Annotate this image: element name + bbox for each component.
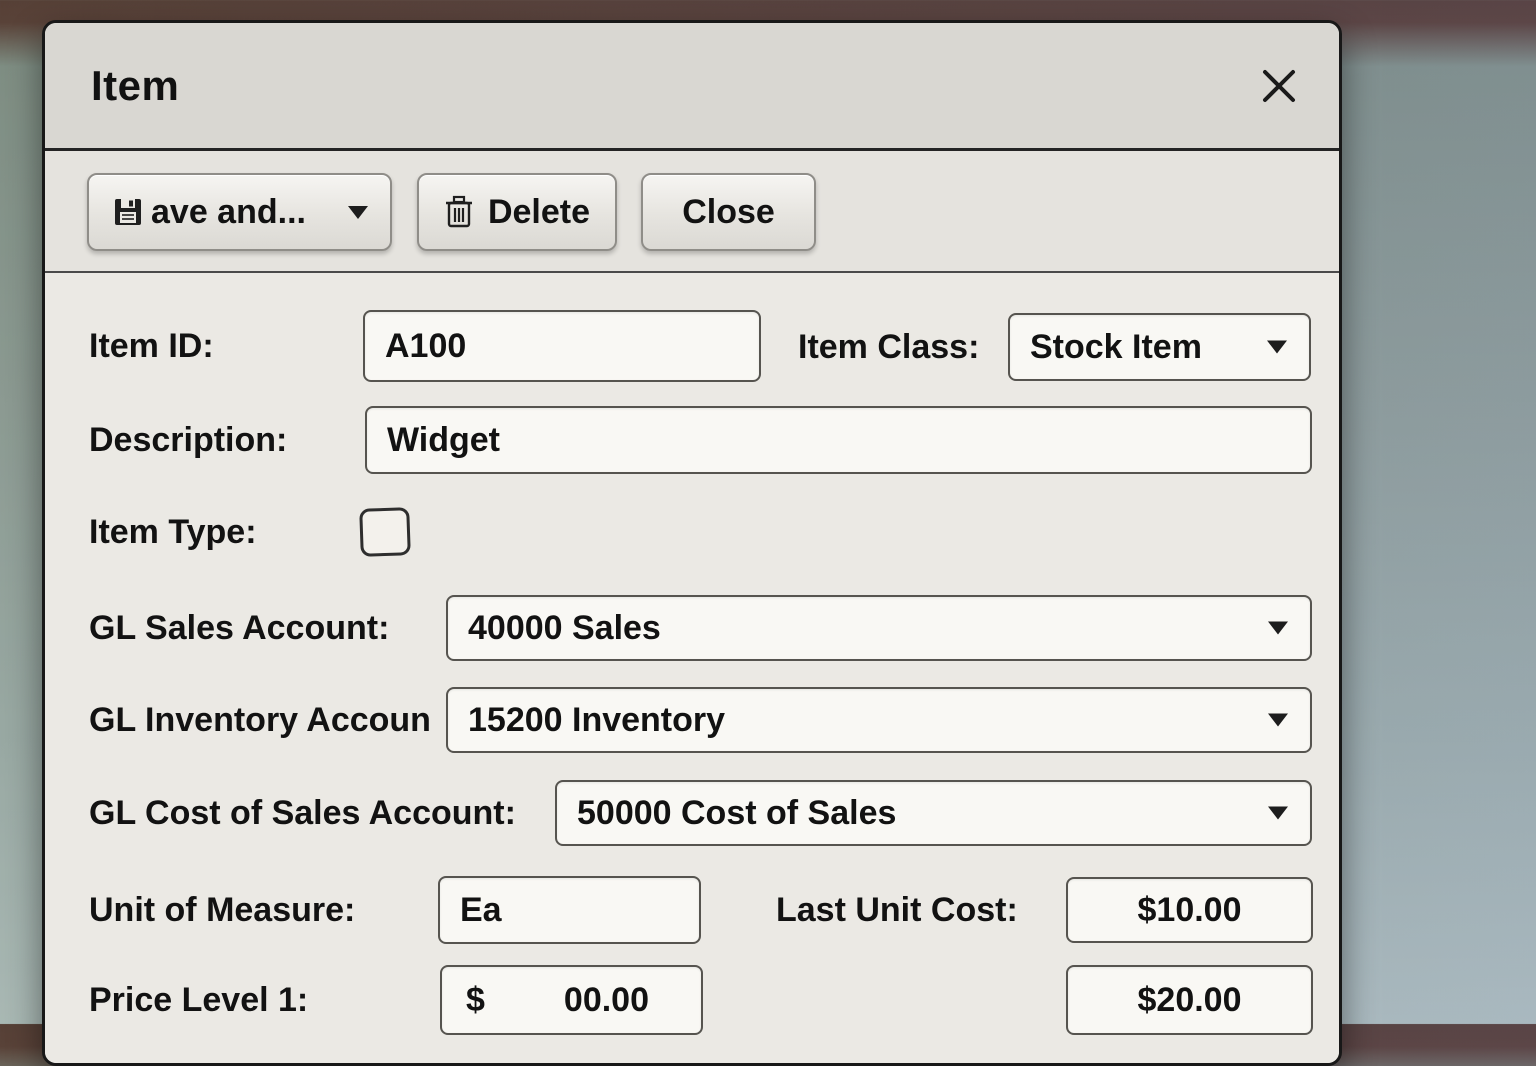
save-and-label: ave and...	[151, 192, 306, 231]
close-label: Close	[682, 192, 775, 231]
item-dialog: Item ave and... Delete Close Item ID: A1…	[42, 20, 1342, 1066]
delete-label: Delete	[487, 192, 591, 231]
gl-cost-of-sales-account-dropdown[interactable]: 50000 Cost of Sales	[555, 780, 1312, 846]
last-unit-cost-label: Last Unit Cost:	[776, 890, 1018, 929]
currency-symbol: $	[466, 980, 485, 1019]
price-level-1-label: Price Level 1:	[89, 980, 309, 1019]
description-input[interactable]	[365, 406, 1312, 474]
chevron-down-icon	[1268, 621, 1288, 635]
last-unit-cost-input[interactable]	[1066, 877, 1313, 943]
gl-sales-account-dropdown[interactable]: 40000 Sales	[446, 595, 1312, 661]
amount-right-input[interactable]	[1066, 965, 1313, 1035]
gl-sales-account-value: 40000 Sales	[468, 608, 661, 647]
form-area: Item ID: Item Class: Stock Item Descript…	[45, 273, 1339, 1063]
close-icon[interactable]	[1253, 60, 1305, 112]
title-bar: Item	[45, 23, 1339, 151]
floppy-disk-icon	[111, 195, 145, 229]
gl-inventory-account-value: 15200 Inventory	[468, 700, 726, 739]
unit-of-measure-input[interactable]	[438, 876, 701, 944]
gl-cost-of-sales-account-value: 50000 Cost of Sales	[577, 793, 897, 832]
gl-inventory-account-label: GL Inventory Accoun	[89, 700, 431, 739]
toolbar: ave and... Delete Close	[45, 151, 1339, 273]
item-type-label: Item Type:	[89, 512, 257, 551]
price-level-1-input[interactable]: $ 00.00	[440, 965, 703, 1035]
item-type-checkbox[interactable]	[359, 507, 411, 557]
dialog-title: Item	[91, 61, 180, 109]
item-class-label: Item Class:	[798, 327, 980, 366]
item-id-label: Item ID:	[89, 326, 214, 365]
chevron-down-icon	[1268, 806, 1288, 820]
save-and-button[interactable]: ave and...	[87, 173, 392, 251]
gl-sales-account-label: GL Sales Account:	[89, 608, 390, 647]
trash-icon	[444, 195, 474, 229]
unit-of-measure-label: Unit of Measure:	[89, 890, 356, 929]
delete-button[interactable]: Delete	[417, 173, 617, 251]
chevron-down-icon	[1268, 713, 1288, 727]
close-button[interactable]: Close	[641, 173, 816, 251]
description-label: Description:	[89, 420, 288, 459]
save-dropdown-arrow-icon	[348, 205, 368, 219]
item-class-dropdown[interactable]: Stock Item	[1008, 313, 1311, 381]
item-class-value: Stock Item	[1030, 327, 1202, 366]
item-id-input[interactable]	[363, 310, 761, 382]
gl-inventory-account-dropdown[interactable]: 15200 Inventory	[446, 687, 1312, 753]
price-level-1-value: 00.00	[563, 980, 649, 1019]
gl-cost-of-sales-account-label: GL Cost of Sales Account:	[89, 793, 516, 832]
chevron-down-icon	[1267, 340, 1287, 354]
